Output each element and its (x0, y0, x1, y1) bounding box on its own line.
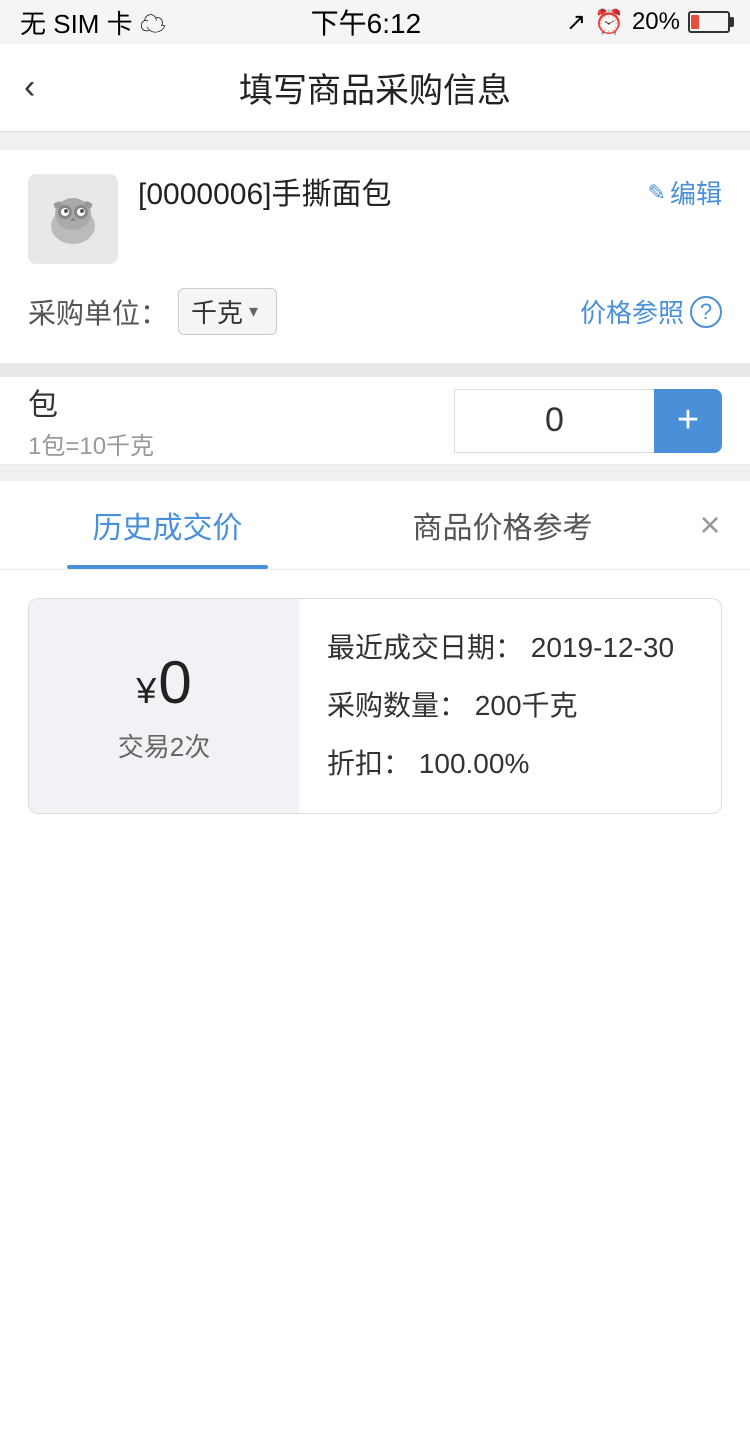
status-right: ↗ ⏰ 20% (566, 8, 730, 37)
price-card: ¥ 0 交易2次 最近成交日期： 2019-12-30 采购数量： 200千克 … (28, 598, 722, 814)
section-divider (0, 363, 750, 377)
alarm-icon: ⏰ (594, 8, 624, 37)
price-number: 0 (158, 648, 191, 717)
currency-symbol: ¥ (136, 670, 156, 712)
status-time: 下午6:12 (311, 2, 422, 42)
price-reference-button[interactable]: 价格参照 ? (580, 293, 722, 330)
tab-history-price[interactable]: 历史成交价 (0, 481, 335, 569)
quantity-row: 包 1包=10千克 0 + (0, 377, 750, 465)
product-card: [0000006]手撕面包 ✎ 编辑 采购单位： 千克 ▾ 价格参照 ? (0, 150, 750, 363)
help-icon: ? (690, 296, 722, 328)
nav-bar: ‹ 填写商品采购信息 (0, 44, 750, 132)
unit-select-dropdown[interactable]: 千克 ▾ (178, 288, 277, 335)
tab-header: 历史成交价 商品价格参考 × (0, 481, 750, 570)
quantity-label-area: 包 1包=10千克 (28, 380, 154, 461)
status-left: 无 SIM 卡 ☁ (20, 4, 166, 41)
discount-value: 100.00% (419, 748, 530, 779)
product-name: [0000006]手撕面包 (138, 174, 648, 216)
owl-logo (38, 184, 108, 254)
product-thumbnail (28, 174, 118, 264)
quantity-conversion: 1包=10千克 (28, 426, 154, 461)
back-button[interactable]: ‹ (24, 68, 35, 107)
tab-items: 历史成交价 商品价格参考 (0, 481, 670, 569)
purchase-qty-label: 采购数量： (327, 690, 467, 721)
tab-close-button[interactable]: × (670, 481, 750, 569)
recent-date-label: 最近成交日期： (327, 632, 523, 663)
battery-icon (688, 11, 730, 33)
trade-count: 交易2次 (118, 727, 210, 764)
quantity-input-area: 0 + (454, 389, 722, 453)
history-price-content: ¥ 0 交易2次 最近成交日期： 2019-12-30 采购数量： 200千克 … (0, 570, 750, 842)
tab-history-label: 历史成交价 (93, 503, 243, 547)
edit-label: 编辑 (670, 174, 722, 211)
tab-active-indicator (67, 565, 268, 569)
chevron-down-icon: ▾ (249, 301, 258, 322)
recent-date-row: 最近成交日期： 2019-12-30 (327, 627, 693, 669)
product-info: [0000006]手撕面包 (138, 174, 648, 216)
tab-panel: 历史成交价 商品价格参考 × ¥ 0 交易2次 最近成交日期： 2019-12-… (0, 481, 750, 842)
unit-value: 千克 (191, 293, 243, 330)
product-header: [0000006]手撕面包 ✎ 编辑 (28, 174, 722, 264)
unit-label: 采购单位： (28, 292, 168, 332)
location-icon: ↗ (566, 8, 586, 37)
quantity-plus-button[interactable]: + (654, 389, 722, 453)
price-card-right: 最近成交日期： 2019-12-30 采购数量： 200千克 折扣： 100.0… (299, 599, 721, 813)
recent-date-value: 2019-12-30 (531, 632, 674, 663)
tab-product-price-ref[interactable]: 商品价格参考 (335, 481, 670, 569)
purchase-qty-value: 200千克 (475, 690, 578, 721)
price-value-display: ¥ 0 (136, 648, 191, 717)
price-ref-label: 价格参照 (580, 293, 684, 330)
battery-fill (691, 15, 699, 29)
tab-price-ref-label: 商品价格参考 (413, 503, 593, 547)
unit-row: 采购单位： 千克 ▾ 价格参照 ? (28, 288, 722, 335)
discount-row: 折扣： 100.00% (327, 743, 693, 785)
page-title: 填写商品采购信息 (239, 63, 511, 112)
edit-button[interactable]: ✎ 编辑 (648, 174, 722, 211)
discount-label: 折扣： (327, 748, 411, 779)
quantity-input[interactable]: 0 (454, 389, 654, 453)
price-card-left: ¥ 0 交易2次 (29, 599, 299, 813)
product-left: [0000006]手撕面包 (28, 174, 648, 264)
edit-icon: ✎ (648, 180, 666, 206)
status-bar: 无 SIM 卡 ☁ 下午6:12 ↗ ⏰ 20% (0, 0, 750, 44)
battery-percent: 20% (632, 8, 680, 36)
purchase-qty-row: 采购数量： 200千克 (327, 685, 693, 727)
no-sim-text: 无 SIM 卡 ☁ (20, 4, 166, 41)
bottom-area (0, 842, 750, 1442)
quantity-unit-label: 包 (28, 380, 154, 424)
